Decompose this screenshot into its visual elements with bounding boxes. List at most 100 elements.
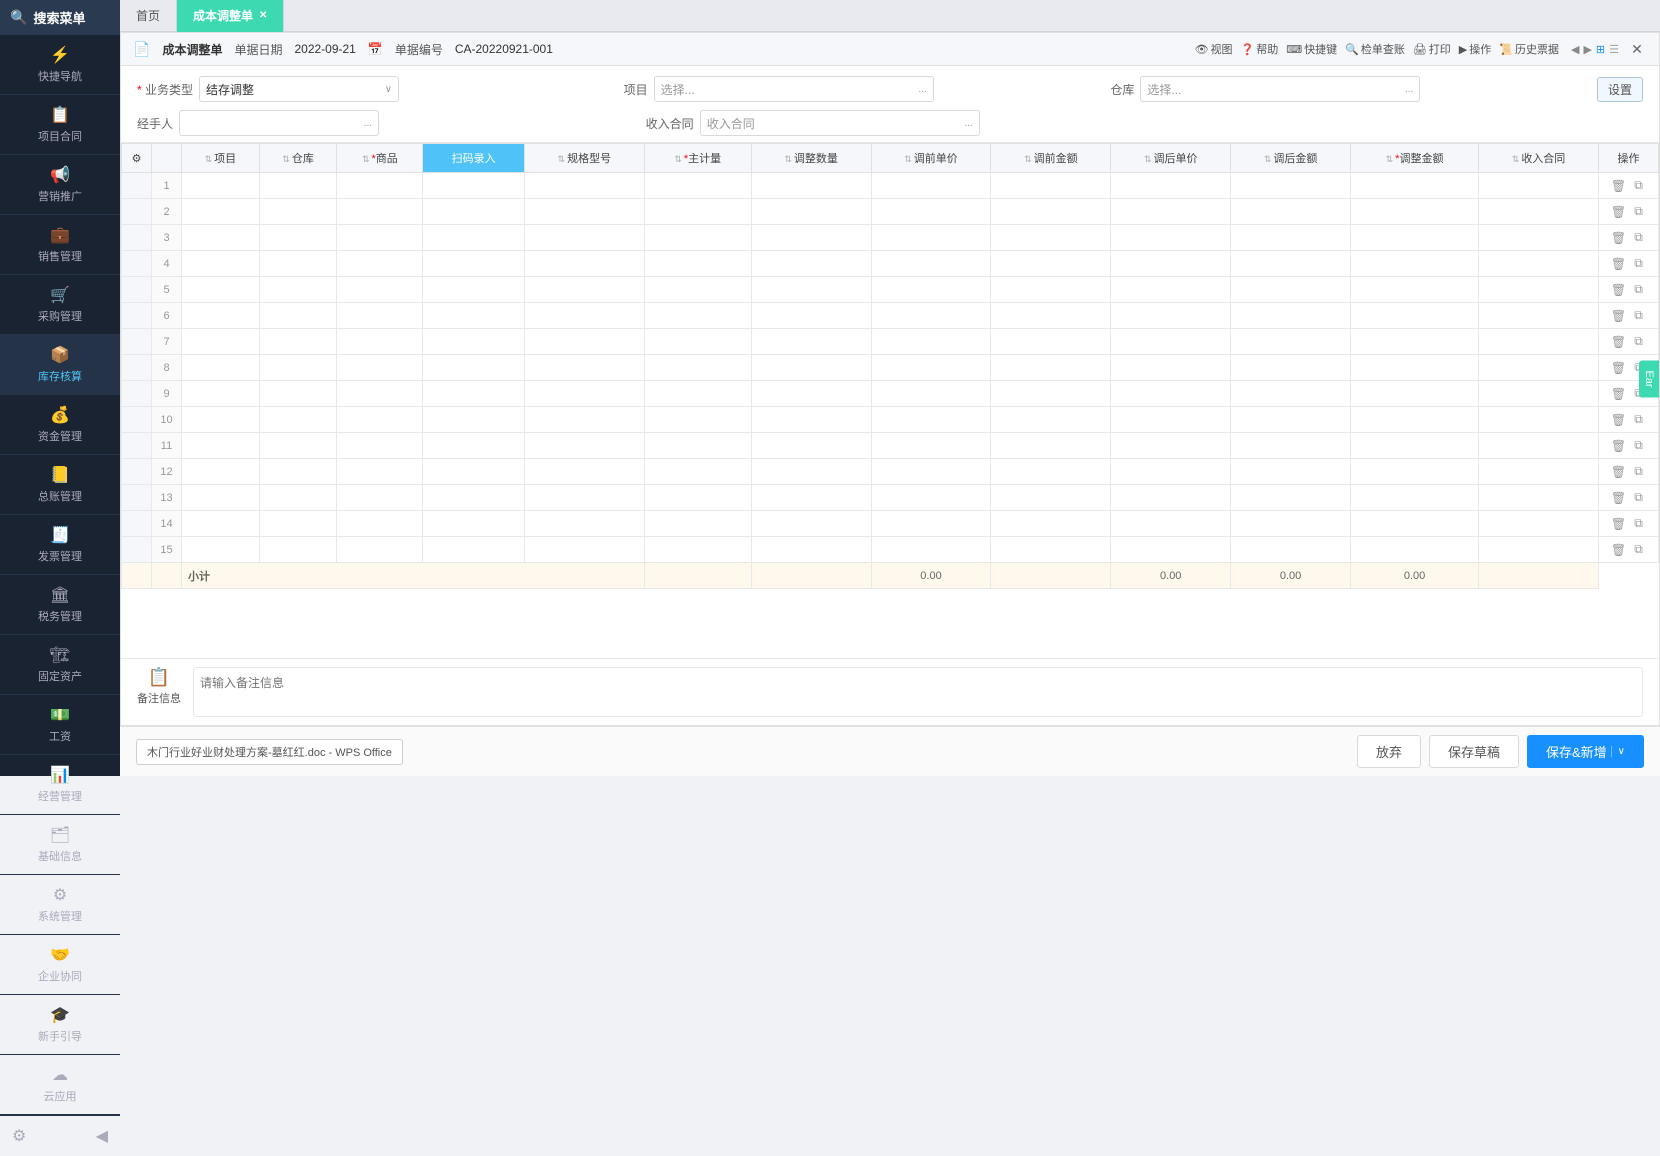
row-income-contract-cell[interactable] (1479, 537, 1599, 563)
row-new-unit-price-cell[interactable] (1111, 199, 1231, 225)
sidebar-item-purchase-mgmt[interactable]: 🛒采购管理 (0, 275, 120, 335)
handler-input[interactable]: ... (179, 110, 379, 136)
toolbar-shortcut[interactable]: ⌨ 快捷键 (1286, 41, 1337, 57)
row-adj-qty-cell[interactable] (751, 459, 871, 485)
row-prev-amount-cell[interactable] (991, 277, 1111, 303)
toolbar-nav-right[interactable]: ▶ (1583, 43, 1591, 56)
row-delete-icon[interactable]: 🗑 (1611, 360, 1627, 376)
sidebar-item-quick-nav[interactable]: ⚡快捷导航 (0, 35, 120, 95)
row-spec-cell[interactable] (524, 251, 644, 277)
row-warehouse-cell[interactable] (259, 251, 337, 277)
row-adj-qty-cell[interactable] (751, 407, 871, 433)
row-new-amount-cell[interactable] (1231, 355, 1351, 381)
row-new-amount-cell[interactable] (1231, 251, 1351, 277)
row-unit-cell[interactable] (644, 355, 751, 381)
row-unit-cell[interactable] (644, 329, 751, 355)
row-delete-icon[interactable]: 🗑 (1611, 230, 1627, 246)
right-tab[interactable]: Ear (1639, 360, 1659, 397)
row-delete-icon[interactable]: 🗑 (1611, 308, 1627, 324)
row-new-unit-price-cell[interactable] (1111, 511, 1231, 537)
row-unit-cell[interactable] (644, 303, 751, 329)
tab-home[interactable]: 首页 (120, 0, 177, 32)
row-unit-cell[interactable] (644, 433, 751, 459)
row-delete-icon[interactable]: 🗑 (1611, 438, 1627, 454)
row-scan-cell[interactable] (423, 459, 525, 485)
row-project-cell[interactable] (182, 173, 260, 199)
row-new-amount-cell[interactable] (1231, 459, 1351, 485)
row-scan-cell[interactable] (423, 537, 525, 563)
row-adj-qty-cell[interactable] (751, 251, 871, 277)
row-delete-icon[interactable]: 🗑 (1611, 412, 1627, 428)
row-income-contract-cell[interactable] (1479, 381, 1599, 407)
row-delete-icon[interactable]: 🗑 (1611, 386, 1627, 402)
row-prev-amount-cell[interactable] (991, 303, 1111, 329)
row-project-cell[interactable] (182, 511, 260, 537)
row-copy-icon[interactable]: ⧉ (1631, 412, 1647, 428)
row-new-amount-cell[interactable] (1231, 485, 1351, 511)
row-warehouse-cell[interactable] (259, 433, 337, 459)
row-product-cell[interactable] (337, 407, 423, 433)
row-delete-icon[interactable]: 🗑 (1611, 464, 1627, 480)
toolbar-review[interactable]: 🔍 检单查账 (1345, 41, 1405, 57)
row-new-amount-cell[interactable] (1231, 329, 1351, 355)
row-adj-qty-cell[interactable] (751, 277, 871, 303)
row-income-contract-cell[interactable] (1479, 173, 1599, 199)
row-unit-cell[interactable] (644, 251, 751, 277)
row-project-cell[interactable] (182, 225, 260, 251)
row-warehouse-cell[interactable] (259, 381, 337, 407)
row-unit-cell[interactable] (644, 537, 751, 563)
sidebar-search[interactable]: 🔍 搜索菜单 (0, 0, 120, 35)
row-product-cell[interactable] (337, 485, 423, 511)
tab-cost-adjust[interactable]: 成本调整单 ✕ (177, 0, 284, 32)
row-unit-cell[interactable] (644, 225, 751, 251)
row-product-cell[interactable] (337, 537, 423, 563)
row-project-cell[interactable] (182, 303, 260, 329)
sidebar-item-fund-mgmt[interactable]: 💰资金管理 (0, 395, 120, 455)
row-new-amount-cell[interactable] (1231, 407, 1351, 433)
row-prev-amount-cell[interactable] (991, 485, 1111, 511)
row-copy-icon[interactable]: ⧉ (1631, 204, 1647, 220)
row-adj-amount-cell[interactable] (1351, 199, 1479, 225)
row-adj-qty-cell[interactable] (751, 225, 871, 251)
row-warehouse-cell[interactable] (259, 329, 337, 355)
sidebar-item-base-info[interactable]: 🗂基础信息 (0, 815, 120, 875)
row-new-unit-price-cell[interactable] (1111, 407, 1231, 433)
row-spec-cell[interactable] (524, 485, 644, 511)
row-adj-amount-cell[interactable] (1351, 511, 1479, 537)
row-product-cell[interactable] (337, 355, 423, 381)
row-prev-unit-price-cell[interactable] (871, 199, 991, 225)
row-scan-cell[interactable] (423, 407, 525, 433)
row-delete-icon[interactable]: 🗑 (1611, 204, 1627, 220)
row-delete-icon[interactable]: 🗑 (1611, 282, 1627, 298)
row-prev-unit-price-cell[interactable] (871, 433, 991, 459)
row-project-cell[interactable] (182, 199, 260, 225)
row-unit-cell[interactable] (644, 485, 751, 511)
row-prev-amount-cell[interactable] (991, 173, 1111, 199)
row-income-contract-cell[interactable] (1479, 433, 1599, 459)
row-adj-amount-cell[interactable] (1351, 537, 1479, 563)
sidebar-item-payroll[interactable]: 💵工资 (0, 695, 120, 755)
row-warehouse-cell[interactable] (259, 277, 337, 303)
row-spec-cell[interactable] (524, 225, 644, 251)
date-field-value[interactable]: 2022-09-21 (294, 42, 355, 56)
row-product-cell[interactable] (337, 225, 423, 251)
row-spec-cell[interactable] (524, 407, 644, 433)
row-prev-unit-price-cell[interactable] (871, 173, 991, 199)
row-product-cell[interactable] (337, 329, 423, 355)
row-prev-unit-price-cell[interactable] (871, 303, 991, 329)
row-unit-cell[interactable] (644, 277, 751, 303)
row-new-unit-price-cell[interactable] (1111, 251, 1231, 277)
row-new-amount-cell[interactable] (1231, 381, 1351, 407)
row-prev-amount-cell[interactable] (991, 407, 1111, 433)
row-new-amount-cell[interactable] (1231, 277, 1351, 303)
sidebar-item-sales-promo[interactable]: 📢营销推广 (0, 155, 120, 215)
row-prev-amount-cell[interactable] (991, 381, 1111, 407)
row-scan-cell[interactable] (423, 199, 525, 225)
sidebar-item-sys-mgmt[interactable]: ⚙系统管理 (0, 875, 120, 935)
row-warehouse-cell[interactable] (259, 485, 337, 511)
toolbar-operate[interactable]: ▶ 操作 (1459, 41, 1491, 57)
row-prev-amount-cell[interactable] (991, 511, 1111, 537)
row-new-unit-price-cell[interactable] (1111, 225, 1231, 251)
row-prev-unit-price-cell[interactable] (871, 225, 991, 251)
row-prev-amount-cell[interactable] (991, 433, 1111, 459)
